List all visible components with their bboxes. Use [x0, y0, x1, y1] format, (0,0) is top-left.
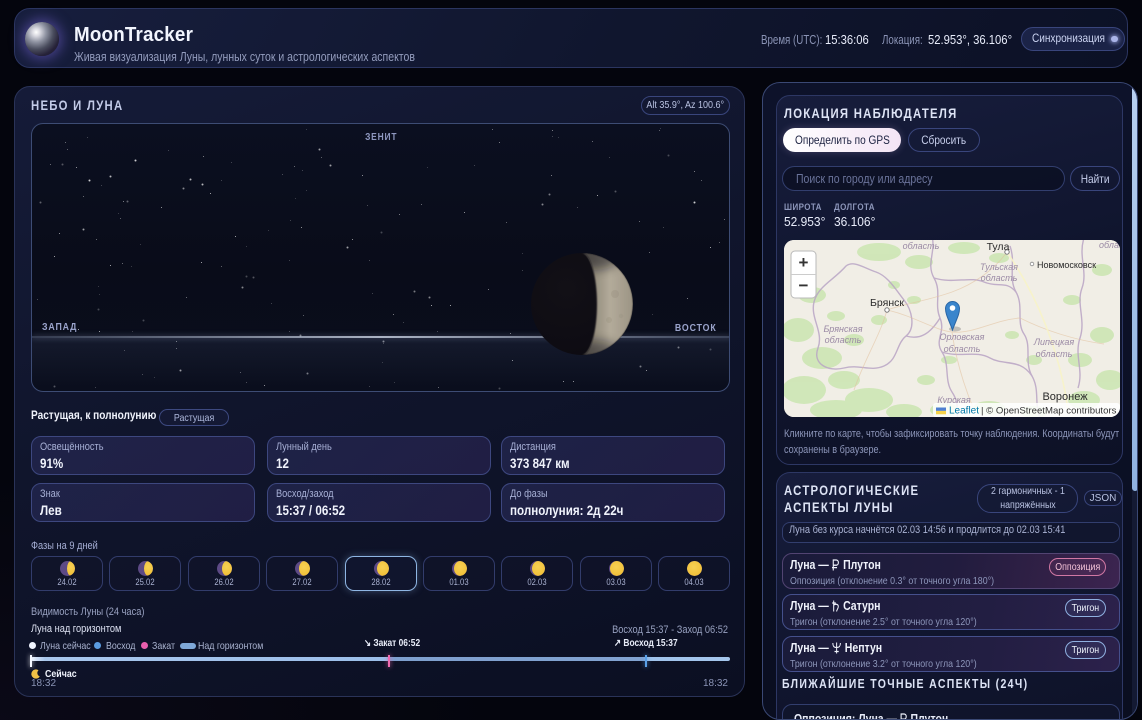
svg-text:Тула: Тула — [987, 241, 1010, 253]
svg-text:Новомосковск: Новомосковск — [1037, 260, 1096, 270]
svg-text:Брянск: Брянск — [870, 297, 904, 309]
svg-text:Орловская: Орловская — [940, 332, 985, 342]
svg-text:область: область — [981, 273, 1018, 283]
svg-text:обла: обла — [1099, 240, 1119, 250]
svg-text:область: область — [1036, 349, 1073, 359]
svg-text:Липецкая: Липецкая — [1033, 337, 1075, 347]
svg-text:область: область — [825, 335, 862, 345]
svg-text:область: область — [944, 344, 981, 354]
svg-text:Leaflet: Leaflet — [949, 406, 979, 417]
svg-text:−: − — [799, 276, 809, 295]
svg-text:область: область — [903, 241, 940, 251]
svg-text:| © OpenStreetMap contributors: | © OpenStreetMap contributors — [981, 406, 1117, 417]
svg-text:+: + — [799, 253, 809, 272]
svg-text:Брянская: Брянская — [823, 324, 862, 334]
svg-text:Тульская: Тульская — [980, 262, 1018, 272]
svg-text:Воронеж: Воронеж — [1042, 391, 1088, 403]
